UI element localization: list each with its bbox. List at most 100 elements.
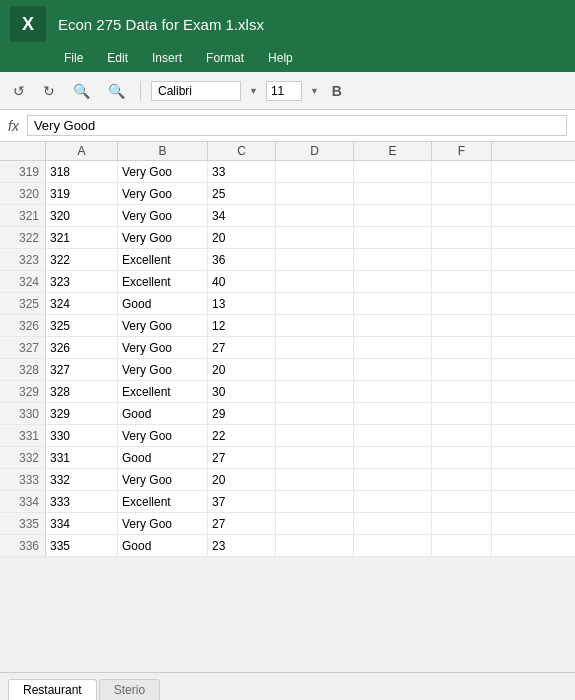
cell-b[interactable]: Very Goo [118,227,208,248]
cell-c[interactable]: 13 [208,293,276,314]
cell-b[interactable]: Excellent [118,491,208,512]
cell-e[interactable] [354,293,432,314]
cell-f[interactable] [432,205,492,226]
redo-button[interactable]: ↻ [38,80,60,102]
font-size-input[interactable] [266,81,302,101]
cell-c[interactable]: 20 [208,469,276,490]
cell-e[interactable] [354,513,432,534]
cell-b[interactable]: Very Goo [118,359,208,380]
cell-c[interactable]: 23 [208,535,276,556]
cell-b[interactable]: Very Goo [118,183,208,204]
cell-d[interactable] [276,425,354,446]
cell-a[interactable]: 329 [46,403,118,424]
col-header-f[interactable]: F [432,142,492,160]
cell-b[interactable]: Very Goo [118,337,208,358]
sheet-tab-restaurant[interactable]: Restaurant [8,679,97,700]
cell-c[interactable]: 37 [208,491,276,512]
cell-e[interactable] [354,535,432,556]
cell-a[interactable]: 335 [46,535,118,556]
cell-f[interactable] [432,227,492,248]
cell-c[interactable]: 40 [208,271,276,292]
cell-d[interactable] [276,227,354,248]
cell-d[interactable] [276,359,354,380]
cell-e[interactable] [354,381,432,402]
cell-f[interactable] [432,315,492,336]
cell-e[interactable] [354,161,432,182]
cell-b[interactable]: Excellent [118,249,208,270]
cell-d[interactable] [276,161,354,182]
col-header-e[interactable]: E [354,142,432,160]
cell-f[interactable] [432,183,492,204]
cell-d[interactable] [276,447,354,468]
cell-a[interactable]: 321 [46,227,118,248]
sheet-tab-sterio[interactable]: Sterio [99,679,160,700]
cell-d[interactable] [276,249,354,270]
cell-c[interactable]: 20 [208,227,276,248]
formula-input[interactable] [27,115,567,136]
cell-d[interactable] [276,535,354,556]
cell-b[interactable]: Good [118,293,208,314]
cell-d[interactable] [276,403,354,424]
cell-f[interactable] [432,249,492,270]
cell-f[interactable] [432,337,492,358]
cell-e[interactable] [354,271,432,292]
cell-b[interactable]: Good [118,403,208,424]
cell-e[interactable] [354,337,432,358]
cell-f[interactable] [432,469,492,490]
cell-f[interactable] [432,293,492,314]
cell-e[interactable] [354,447,432,468]
cell-c[interactable]: 20 [208,359,276,380]
cell-c[interactable]: 29 [208,403,276,424]
cell-e[interactable] [354,491,432,512]
cell-c[interactable]: 27 [208,447,276,468]
cell-a[interactable]: 320 [46,205,118,226]
cell-d[interactable] [276,513,354,534]
cell-a[interactable]: 330 [46,425,118,446]
undo-button[interactable]: ↺ [8,80,30,102]
cell-d[interactable] [276,271,354,292]
cell-d[interactable] [276,491,354,512]
menu-file[interactable]: File [60,50,87,66]
cell-b[interactable]: Good [118,535,208,556]
cell-e[interactable] [354,205,432,226]
cell-b[interactable]: Very Goo [118,315,208,336]
cell-a[interactable]: 322 [46,249,118,270]
cell-b[interactable]: Very Goo [118,513,208,534]
cell-c[interactable]: 27 [208,337,276,358]
cell-b[interactable]: Excellent [118,271,208,292]
cell-a[interactable]: 318 [46,161,118,182]
cell-d[interactable] [276,183,354,204]
cell-a[interactable]: 323 [46,271,118,292]
bold-button[interactable]: B [327,80,347,102]
cell-a[interactable]: 326 [46,337,118,358]
cell-e[interactable] [354,227,432,248]
cell-f[interactable] [432,271,492,292]
zoom-out-button[interactable]: 🔍 [68,80,95,102]
cell-a[interactable]: 332 [46,469,118,490]
cell-c[interactable]: 34 [208,205,276,226]
cell-c[interactable]: 25 [208,183,276,204]
cell-c[interactable]: 33 [208,161,276,182]
cell-b[interactable]: Good [118,447,208,468]
cell-e[interactable] [354,315,432,336]
col-header-c[interactable]: C [208,142,276,160]
cell-f[interactable] [432,359,492,380]
cell-c[interactable]: 36 [208,249,276,270]
cell-d[interactable] [276,293,354,314]
cell-d[interactable] [276,315,354,336]
cell-b[interactable]: Very Goo [118,161,208,182]
cell-d[interactable] [276,381,354,402]
cell-f[interactable] [432,447,492,468]
cell-f[interactable] [432,491,492,512]
cell-c[interactable]: 22 [208,425,276,446]
cell-c[interactable]: 30 [208,381,276,402]
cell-e[interactable] [354,359,432,380]
cell-a[interactable]: 334 [46,513,118,534]
cell-b[interactable]: Very Goo [118,425,208,446]
col-header-d[interactable]: D [276,142,354,160]
cell-f[interactable] [432,513,492,534]
cell-f[interactable] [432,403,492,424]
cell-a[interactable]: 319 [46,183,118,204]
cell-b[interactable]: Excellent [118,381,208,402]
cell-d[interactable] [276,205,354,226]
